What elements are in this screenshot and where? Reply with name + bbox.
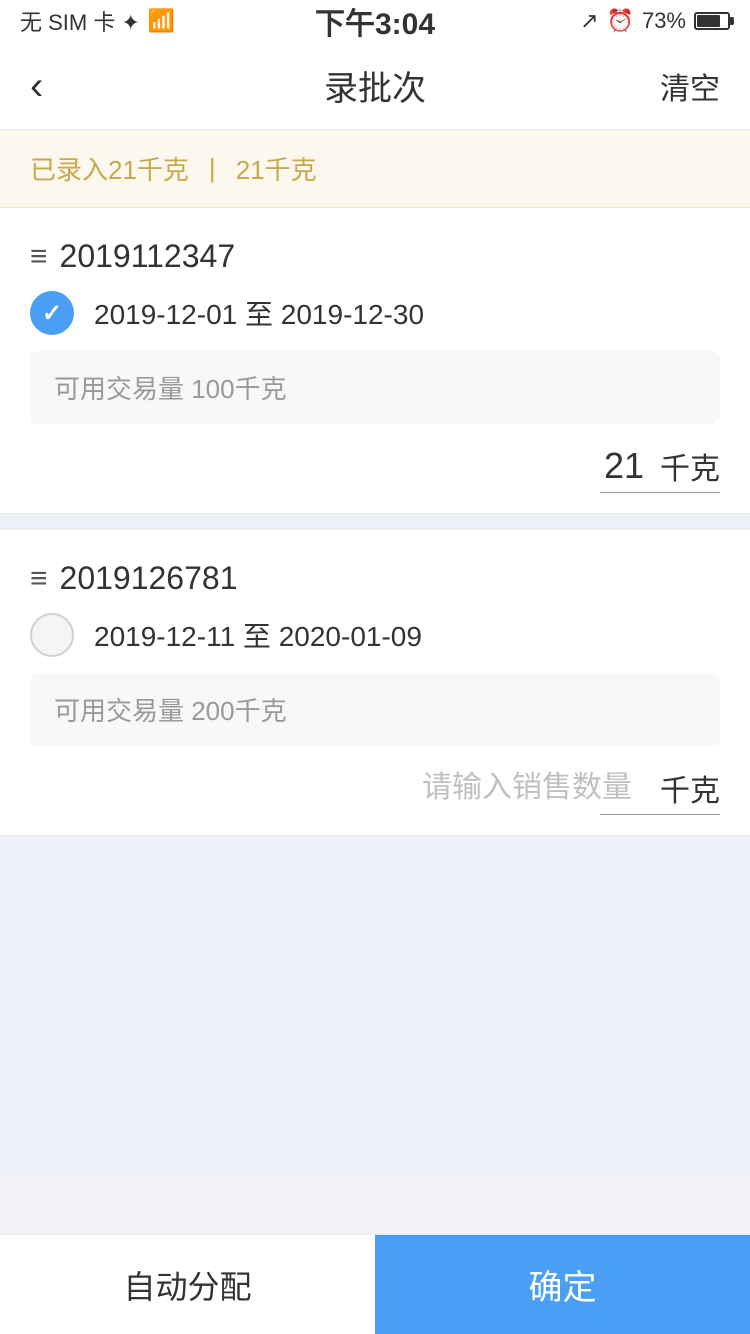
batch1-qty-box: 可用交易量 100千克 [30, 351, 720, 424]
back-button[interactable]: ‹ [30, 66, 43, 106]
batch1-amount-value: 21 千克 [604, 444, 720, 488]
batch2-icon: ≡ [30, 562, 48, 596]
batch1-header: ≡ 2019112347 [30, 238, 720, 275]
status-left: 无 SIM 卡 ✦ 📶 [20, 5, 175, 37]
batch2-date-row: 2019-12-11 至 2020-01-09 [30, 613, 720, 657]
batch1-amount-row: 21 千克 [0, 424, 750, 514]
status-bar: 无 SIM 卡 ✦ 📶 下午3:04 ↗ ⏰ 73% [0, 0, 750, 42]
batch1-amount-unit: 千克 [660, 444, 720, 488]
batch2-underline [600, 814, 720, 815]
batch2-id: 2019126781 [60, 560, 238, 597]
empty-area [0, 836, 750, 1176]
clear-button[interactable]: 清空 [660, 64, 720, 108]
recorded-label: 已录入21千克 [30, 150, 189, 187]
batch1-date-row: 2019-12-01 至 2019-12-30 [30, 291, 720, 335]
batch1-amount-number: 21 [604, 445, 644, 487]
batch2-radio[interactable] [30, 613, 74, 657]
status-right: ↗ ⏰ 73% [580, 8, 730, 34]
batch1-underline [600, 492, 720, 493]
batch1-id: 2019112347 [60, 238, 236, 275]
batch2-qty-text: 可用交易量 200千克 [54, 696, 287, 726]
batch2-qty-input[interactable] [332, 771, 632, 805]
batch2-header: ≡ 2019126781 [30, 560, 720, 597]
batch-card-2: ≡ 2019126781 2019-12-11 至 2020-01-09 可用交… [0, 530, 750, 746]
batch2-input-unit: 千克 [660, 766, 720, 810]
auto-assign-button[interactable]: 自动分配 [0, 1235, 375, 1334]
wifi-icon: 📶 [148, 8, 175, 34]
page-title: 录批次 [324, 61, 426, 110]
alarm-icon: ⏰ [607, 8, 634, 34]
batch-card-1: ≡ 2019112347 2019-12-01 至 2019-12-30 可用交… [0, 208, 750, 424]
confirm-button[interactable]: 确定 [375, 1235, 750, 1334]
battery-percent: 73% [642, 8, 686, 34]
batch2-input-row: 千克 [0, 746, 750, 836]
status-time: 下午3:04 [315, 0, 435, 43]
section-divider [0, 514, 750, 530]
sim-label: 无 SIM 卡 ✦ [20, 5, 140, 37]
batch2-date: 2019-12-11 至 2020-01-09 [94, 615, 422, 655]
batch1-date: 2019-12-01 至 2019-12-30 [94, 293, 424, 333]
bottom-bar: 自动分配 确定 [0, 1234, 750, 1334]
location-icon: ↗ [580, 8, 598, 34]
batch2-input-line: 千克 [332, 766, 720, 810]
batch1-qty-text: 可用交易量 100千克 [54, 374, 287, 404]
info-value: 21千克 [236, 150, 317, 187]
info-bar: 已录入21千克 | 21千克 [0, 130, 750, 208]
batch1-radio[interactable] [30, 291, 74, 335]
nav-bar: ‹ 录批次 清空 [0, 42, 750, 130]
info-divider: | [209, 153, 216, 184]
battery-icon [694, 12, 730, 30]
batch1-icon: ≡ [30, 240, 48, 274]
batch2-qty-box: 可用交易量 200千克 [30, 673, 720, 746]
